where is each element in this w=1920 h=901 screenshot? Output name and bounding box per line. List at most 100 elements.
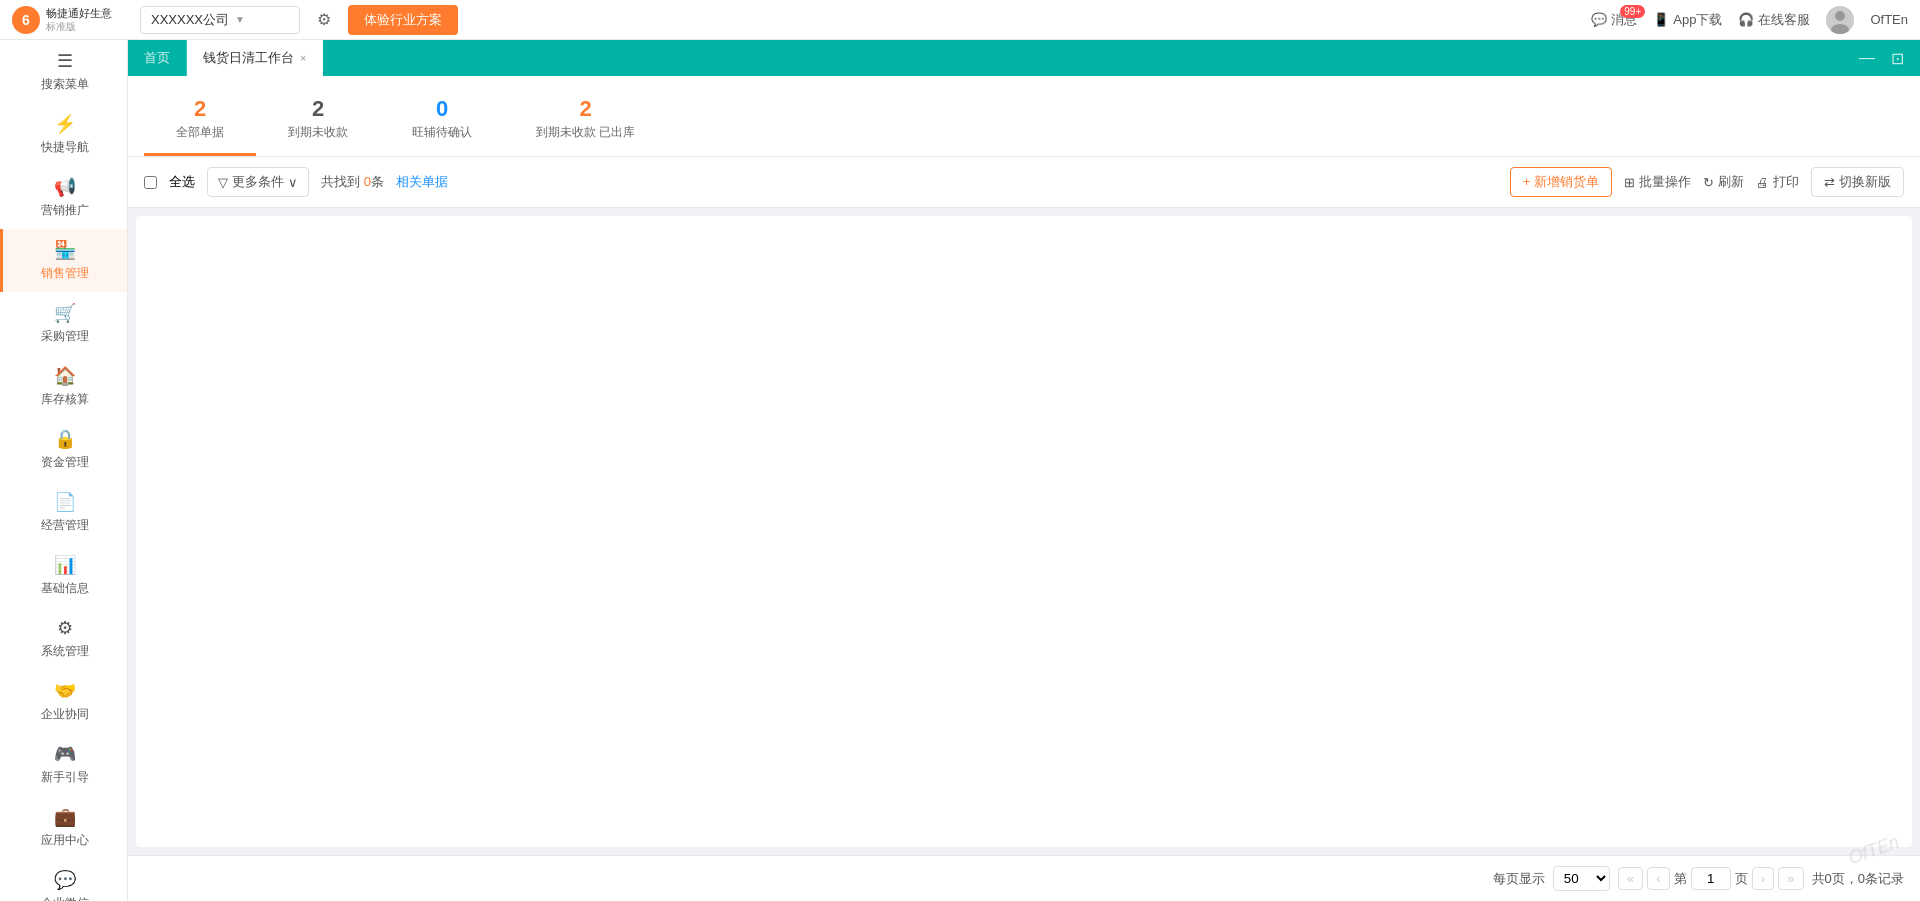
add-sales-order-btn[interactable]: + 新增销货单 <box>1510 167 1612 197</box>
sidebar-item-guide[interactable]: 🎮 新手引导 <box>0 733 127 796</box>
tab-home[interactable]: 首页 <box>128 40 187 76</box>
print-btn[interactable]: 🖨 打印 <box>1756 173 1799 191</box>
stat-label-overdue-shipped: 到期未收款 已出库 <box>536 124 635 141</box>
sidebar-item-operations[interactable]: 📄 经营管理 <box>0 481 127 544</box>
tab-workbench[interactable]: 钱货日清工作台 × <box>187 40 323 76</box>
sidebar-item-quick-nav[interactable]: ⚡ 快捷导航 <box>0 103 127 166</box>
message-icon: 💬 <box>1591 12 1607 27</box>
main-layout: ☰ 搜索菜单 ⚡ 快捷导航 📢 营销推广 🏪 销售管理 🛒 采购管理 🏠 库存核… <box>0 40 1920 901</box>
sidebar-item-label: 新手引导 <box>41 769 89 786</box>
page-number-input[interactable] <box>1691 867 1731 890</box>
app-title: 畅捷通好生意 标准版 <box>46 6 112 33</box>
table-area <box>136 216 1912 847</box>
sidebar-item-label: 快捷导航 <box>41 139 89 156</box>
chevron-down-icon: ▼ <box>235 14 245 25</box>
company-name: XXXXXX公司 <box>151 11 229 29</box>
message-btn[interactable]: 💬 消息 99+ <box>1591 11 1637 29</box>
online-service-btn[interactable]: 🎧 在线客服 <box>1738 11 1810 29</box>
download-icon: 📱 <box>1653 12 1669 27</box>
prev-page-btn[interactable]: ‹ <box>1647 867 1669 890</box>
sidebar-item-purchase[interactable]: 🛒 采购管理 <box>0 292 127 355</box>
avatar[interactable] <box>1826 6 1854 34</box>
chevron-icon: ∨ <box>288 175 298 190</box>
sidebar-item-label: 基础信息 <box>41 580 89 597</box>
print-icon: 🖨 <box>1756 175 1769 190</box>
refresh-icon: ↻ <box>1703 175 1714 190</box>
search-menu-icon: ☰ <box>57 50 73 72</box>
sidebar-item-inventory[interactable]: 🏠 库存核算 <box>0 355 127 418</box>
related-orders-link[interactable]: 相关单据 <box>396 173 448 191</box>
trial-button[interactable]: 体验行业方案 <box>348 5 458 35</box>
stat-tab-overdue-shipped[interactable]: 2 到期未收款 已出库 <box>504 88 667 156</box>
stat-tab-wangwang[interactable]: 0 旺辅待确认 <box>380 88 504 156</box>
tab-close-icon[interactable]: × <box>300 52 306 64</box>
sidebar-item-label: 营销推广 <box>41 202 89 219</box>
stat-tab-all[interactable]: 2 全部单据 <box>144 88 256 156</box>
tab-bar-actions: — ⊡ <box>1855 45 1920 72</box>
maximize-icon[interactable]: ⊡ <box>1887 45 1908 72</box>
settings-icon[interactable]: ⚙ <box>308 4 340 36</box>
stat-label-wangwang: 旺辅待确认 <box>412 124 472 141</box>
sidebar-item-label: 销售管理 <box>41 265 89 282</box>
sidebar-item-finance[interactable]: 🔒 资金管理 <box>0 418 127 481</box>
per-page-select[interactable]: 50 100 200 <box>1553 866 1610 891</box>
refresh-btn[interactable]: ↻ 刷新 <box>1703 173 1744 191</box>
logo-area: 6 畅捷通好生意 标准版 <box>12 6 140 34</box>
company-selector[interactable]: XXXXXX公司 ▼ <box>140 6 300 34</box>
sidebar-item-label: 资金管理 <box>41 454 89 471</box>
stat-num-wangwang: 0 <box>436 96 448 122</box>
purchase-icon: 🛒 <box>54 302 76 324</box>
sidebar-item-label: 搜索菜单 <box>41 76 89 93</box>
select-all-checkbox[interactable] <box>144 176 157 189</box>
sidebar-item-app-center[interactable]: 💼 应用中心 <box>0 796 127 859</box>
next-page-btn[interactable]: › <box>1752 867 1774 890</box>
sidebar-item-search-menu[interactable]: ☰ 搜索菜单 <box>0 40 127 103</box>
sidebar-item-label: 企业协同 <box>41 706 89 723</box>
sidebar-item-label: 应用中心 <box>41 832 89 849</box>
first-page-btn[interactable]: « <box>1618 867 1643 890</box>
stat-num-overdue: 2 <box>312 96 324 122</box>
top-right-area: 💬 消息 99+ 📱 App下载 🎧 在线客服 OfTEn <box>1591 6 1908 34</box>
sidebar-item-weixin[interactable]: 💬 企业微信 <box>0 859 127 901</box>
basic-info-icon: 📊 <box>54 554 76 576</box>
sidebar-item-sales[interactable]: 🏪 销售管理 <box>0 229 127 292</box>
service-icon: 🎧 <box>1738 12 1754 27</box>
app-download-btn[interactable]: 📱 App下载 <box>1653 11 1722 29</box>
per-page-label: 每页显示 <box>1493 870 1545 888</box>
sales-icon: 🏪 <box>54 239 76 261</box>
table-empty-message <box>136 216 1912 847</box>
quick-nav-icon: ⚡ <box>54 113 76 135</box>
user-name: OfTEn <box>1870 12 1908 27</box>
sidebar-item-label: 采购管理 <box>41 328 89 345</box>
sidebar-item-enterprise[interactable]: 🤝 企业协同 <box>0 670 127 733</box>
stat-tab-overdue[interactable]: 2 到期未收款 <box>256 88 380 156</box>
operations-icon: 📄 <box>54 491 76 513</box>
filter-icon: ▽ <box>218 175 228 190</box>
switch-version-btn[interactable]: ⇄ 切换新版 <box>1811 167 1904 197</box>
stat-label-overdue: 到期未收款 <box>288 124 348 141</box>
select-all-label: 全选 <box>169 173 195 191</box>
sidebar-item-marketing[interactable]: 📢 营销推广 <box>0 166 127 229</box>
sidebar-item-system[interactable]: ⚙ 系统管理 <box>0 607 127 670</box>
sidebar-item-basic-info[interactable]: 📊 基础信息 <box>0 544 127 607</box>
found-text: 共找到 0条 <box>321 173 384 191</box>
top-bar: 6 畅捷通好生意 标准版 XXXXXX公司 ▼ ⚙ 体验行业方案 💬 消息 99… <box>0 0 1920 40</box>
stats-bar: 2 全部单据 2 到期未收款 0 旺辅待确认 2 到期未收款 已出库 <box>128 76 1920 157</box>
sidebar-item-label: 企业微信 <box>41 895 89 901</box>
minimize-icon[interactable]: — <box>1855 45 1879 72</box>
guide-icon: 🎮 <box>54 743 76 765</box>
last-page-btn[interactable]: » <box>1778 867 1803 890</box>
message-badge: 99+ <box>1620 5 1645 18</box>
content-area: 首页 钱货日清工作台 × — ⊡ 2 全部单据 2 到期未收款 <box>128 40 1920 901</box>
system-icon: ⚙ <box>57 617 73 639</box>
page-content: 2 全部单据 2 到期未收款 0 旺辅待确认 2 到期未收款 已出库 <box>128 76 1920 901</box>
more-filters-btn[interactable]: ▽ 更多条件 ∨ <box>207 167 309 197</box>
finance-icon: 🔒 <box>54 428 76 450</box>
stat-num-overdue-shipped: 2 <box>580 96 592 122</box>
stat-num-all: 2 <box>194 96 206 122</box>
toolbar-right: + 新增销货单 ⊞ 批量操作 ↻ 刷新 🖨 打印 ⇄ <box>1510 167 1904 197</box>
total-info: 共0页，0条记录 <box>1812 870 1904 888</box>
batch-ops-btn[interactable]: ⊞ 批量操作 <box>1624 173 1691 191</box>
inventory-icon: 🏠 <box>54 365 76 387</box>
batch-icon: ⊞ <box>1624 175 1635 190</box>
